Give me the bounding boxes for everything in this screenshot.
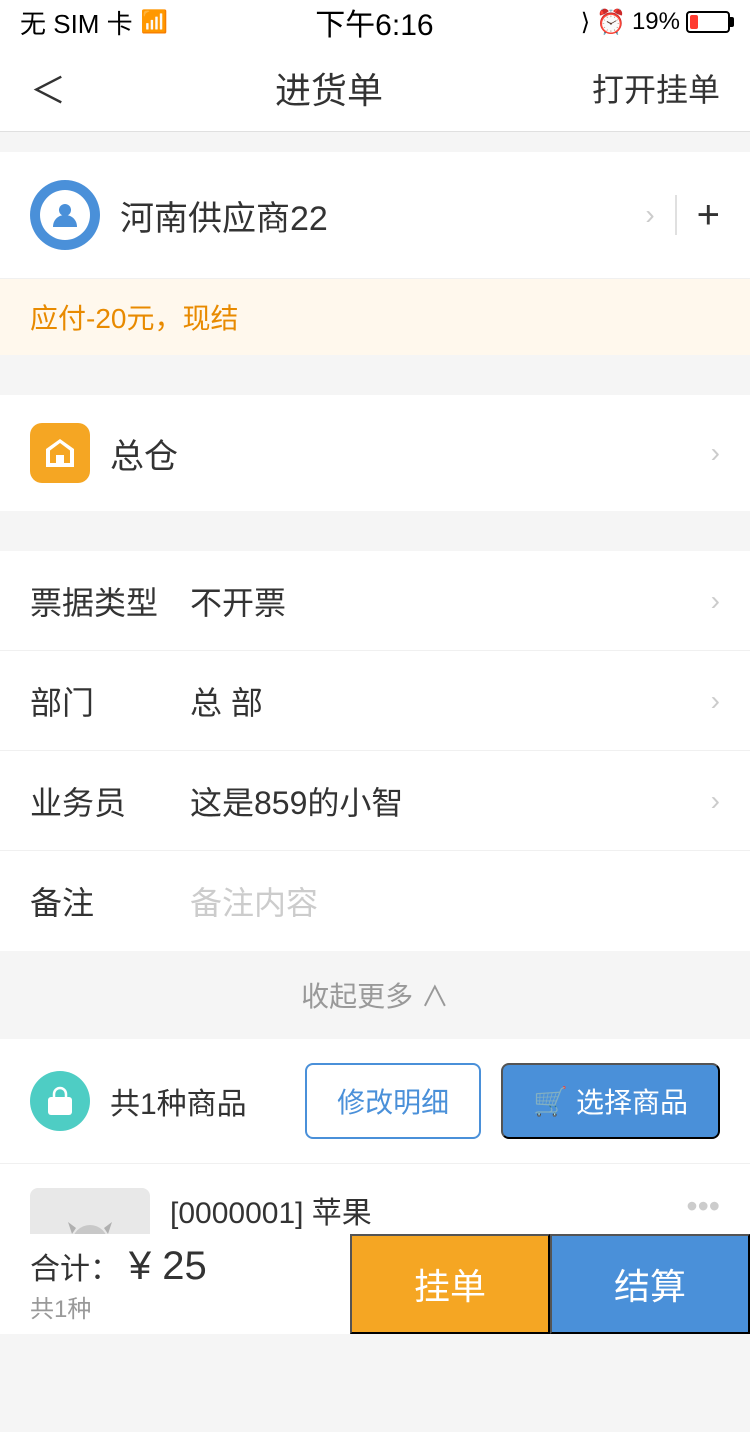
invoice-label: 票据类型 bbox=[30, 578, 170, 624]
total-amount: ¥ 25 bbox=[129, 1244, 207, 1288]
status-left: 无 SIM 卡 📶 bbox=[20, 4, 168, 41]
dept-chevron-icon: › bbox=[711, 685, 720, 717]
supplier-avatar bbox=[30, 180, 100, 250]
dept-label: 部门 bbox=[30, 678, 170, 724]
sales-chevron-icon: › bbox=[711, 785, 720, 817]
remark-placeholder: 备注内容 bbox=[170, 878, 720, 924]
footer-total: 合计： ¥ 25 共1种 bbox=[0, 1244, 350, 1324]
remark-row[interactable]: 备注 备注内容 bbox=[0, 851, 750, 951]
checkout-button[interactable]: 结算 bbox=[550, 1234, 750, 1334]
battery-percent: 19% bbox=[632, 8, 680, 36]
sales-row[interactable]: 业务员 这是859的小智 › bbox=[0, 751, 750, 851]
footer: 合计： ¥ 25 共1种 挂单 结算 bbox=[0, 1234, 750, 1334]
warehouse-row[interactable]: 总仓 › bbox=[0, 395, 750, 511]
add-supplier-button[interactable]: + bbox=[697, 193, 720, 238]
supplier-name: 河南供应商22 bbox=[120, 191, 645, 240]
hold-order-button[interactable]: 挂单 bbox=[350, 1234, 550, 1334]
supplier-row[interactable]: 河南供应商22 › + bbox=[0, 152, 750, 279]
open-pending-button[interactable]: 打开挂单 bbox=[592, 65, 720, 111]
status-right: ⟩ ⏰ 19% bbox=[581, 8, 730, 37]
supplier-section: 河南供应商22 › + 应付-20元，现结 bbox=[0, 152, 750, 355]
status-time: 下午6:16 bbox=[315, 0, 433, 44]
select-product-label: 选择商品 bbox=[576, 1081, 688, 1121]
product-count-icon bbox=[30, 1071, 90, 1131]
avatar-inner bbox=[40, 190, 90, 240]
warehouse-icon-wrap bbox=[30, 423, 90, 483]
warehouse-icon bbox=[42, 435, 78, 471]
form-section: 票据类型 不开票 › 部门 总 部 › 业务员 这是859的小智 › 备注 备注… bbox=[0, 551, 750, 951]
alarm-icon: ⏰ bbox=[596, 8, 626, 37]
product-count-text: 共1种商品 bbox=[110, 1079, 285, 1123]
location-icon: ⟩ bbox=[581, 8, 590, 37]
cart-icon: 🛒 bbox=[533, 1085, 568, 1118]
invoice-chevron-icon: › bbox=[711, 585, 720, 617]
collapse-label: 收起更多 ∧ bbox=[301, 975, 449, 1015]
supplier-chevron-icon: › bbox=[645, 199, 654, 231]
footer-spacer bbox=[0, 1332, 750, 1432]
total-label: 合计： bbox=[30, 1253, 120, 1286]
warehouse-chevron-icon: › bbox=[711, 437, 720, 469]
status-bar: 无 SIM 卡 📶 下午6:16 ⟩ ⏰ 19% bbox=[0, 0, 750, 44]
collapse-row[interactable]: 收起更多 ∧ bbox=[0, 951, 750, 1039]
warehouse-name: 总仓 bbox=[110, 429, 711, 478]
footer-count: 共1种 bbox=[30, 1289, 320, 1324]
section-gap-1 bbox=[0, 132, 750, 152]
credit-info: 应付-20元，现结 bbox=[0, 279, 750, 355]
bag-icon bbox=[42, 1083, 78, 1119]
dept-row[interactable]: 部门 总 部 › bbox=[0, 651, 750, 751]
section-gap-2 bbox=[0, 355, 750, 375]
sales-value: 这是859的小智 bbox=[170, 778, 711, 824]
person-icon bbox=[50, 200, 80, 230]
edit-detail-button[interactable]: 修改明细 bbox=[305, 1063, 481, 1139]
dept-value: 总 部 bbox=[170, 678, 711, 724]
product-name: [0000001] 苹果 bbox=[170, 1188, 666, 1232]
battery-icon bbox=[686, 11, 730, 33]
product-header: 共1种商品 修改明细 🛒 选择商品 bbox=[0, 1039, 750, 1163]
invoice-value: 不开票 bbox=[170, 578, 711, 624]
carrier-text: 无 SIM 卡 bbox=[20, 4, 133, 41]
invoice-row[interactable]: 票据类型 不开票 › bbox=[0, 551, 750, 651]
product-more-button[interactable]: ••• bbox=[686, 1188, 720, 1225]
section-gap-3 bbox=[0, 511, 750, 531]
wifi-icon: 📶 bbox=[141, 9, 168, 35]
nav-bar: ＜ 进货单 打开挂单 bbox=[0, 44, 750, 132]
page-title: 进货单 bbox=[275, 62, 383, 114]
sales-label: 业务员 bbox=[30, 778, 170, 824]
footer-total-row: 合计： ¥ 25 bbox=[30, 1244, 320, 1289]
select-product-button[interactable]: 🛒 选择商品 bbox=[501, 1063, 720, 1139]
back-button[interactable]: ＜ bbox=[30, 62, 66, 114]
supplier-divider bbox=[675, 195, 677, 235]
remark-label: 备注 bbox=[30, 878, 170, 924]
